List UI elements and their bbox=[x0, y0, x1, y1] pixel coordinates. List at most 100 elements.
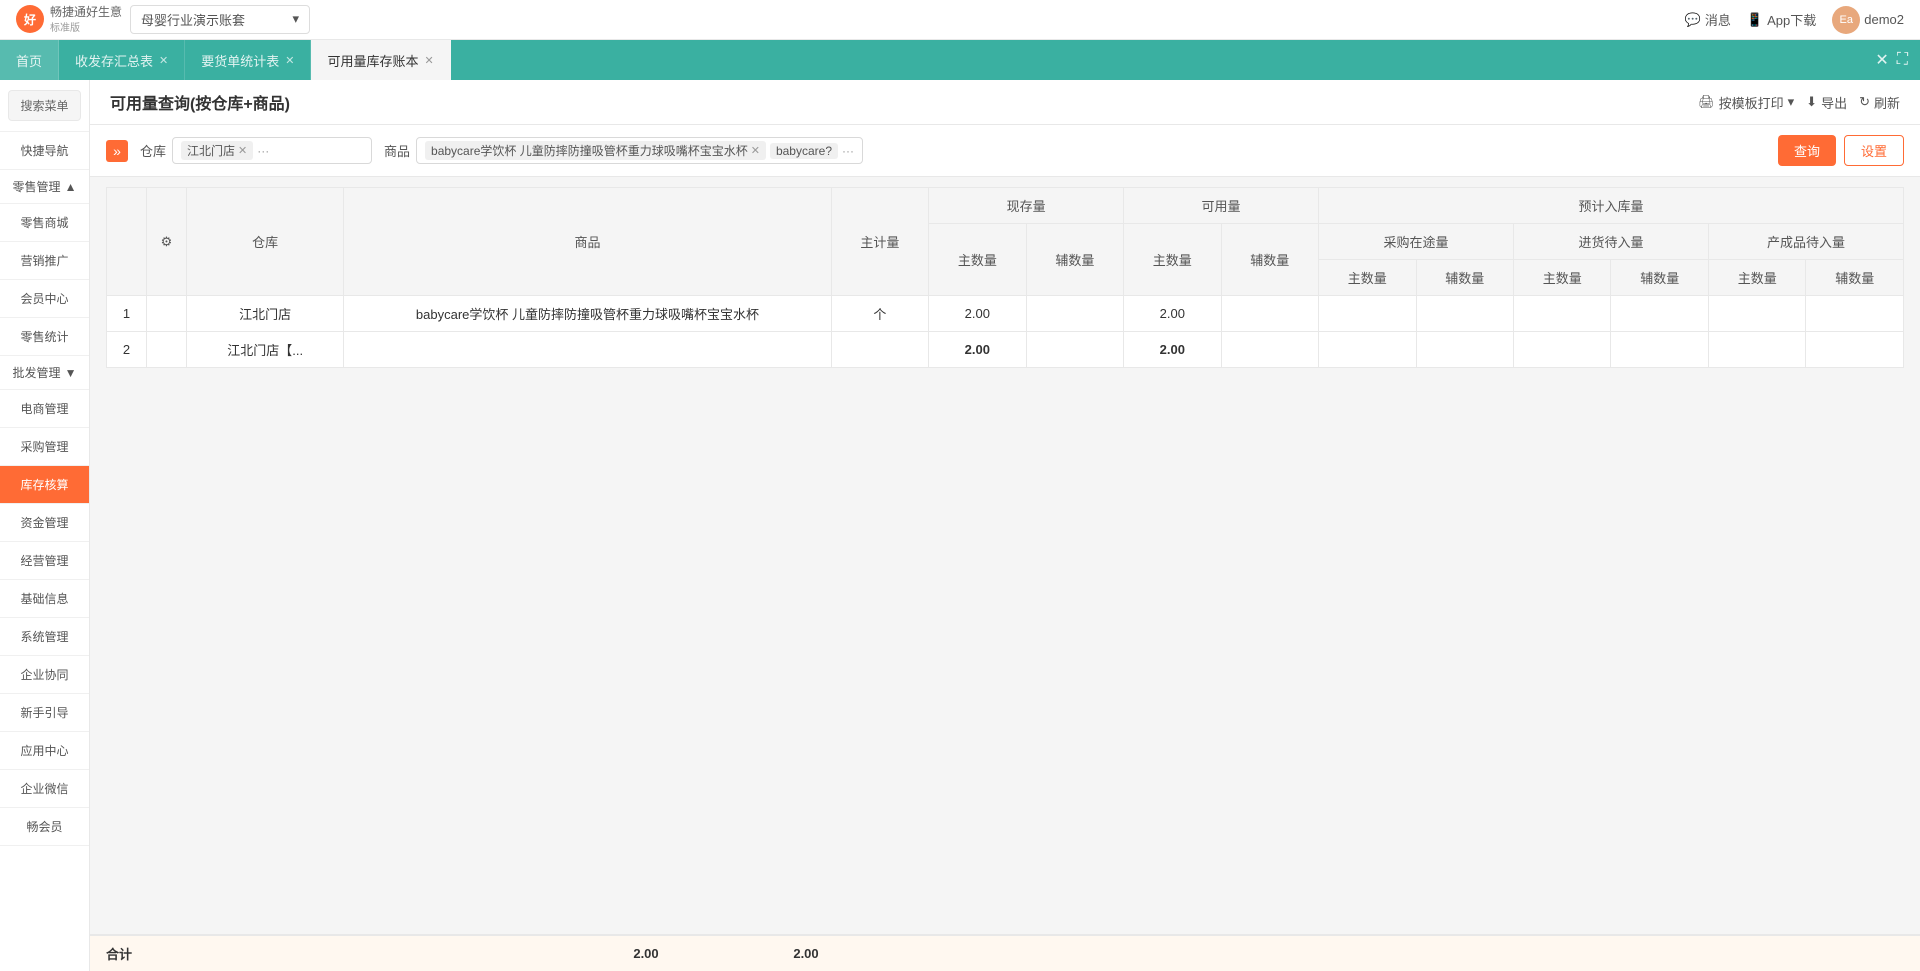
sidebar-item-app-center[interactable]: 应用中心 bbox=[0, 732, 89, 770]
set-btn[interactable]: 设置 bbox=[1844, 135, 1904, 166]
settings-icon[interactable]: ⚙ bbox=[161, 234, 173, 249]
print-icon: 🖨 bbox=[1698, 94, 1715, 110]
template-print-label: 按模板打印 bbox=[1719, 93, 1784, 112]
export-btn[interactable]: ⬇ 导出 bbox=[1806, 93, 1847, 112]
th-fp-main: 主数量 bbox=[1708, 260, 1805, 296]
tab-available-inventory-close[interactable]: ✕ bbox=[425, 54, 434, 67]
arrow-icon: ▲ bbox=[65, 180, 77, 194]
th-product: 商品 bbox=[344, 188, 831, 296]
arrow-icon-2: ▼ bbox=[65, 366, 77, 380]
sidebar-item-operations-mgmt[interactable]: 经营管理 bbox=[0, 542, 89, 580]
sidebar-item-ecommerce-mgmt[interactable]: 电商管理 bbox=[0, 390, 89, 428]
sidebar-item-quick-nav[interactable]: 快捷导航 bbox=[0, 132, 89, 170]
sidebar-item-retail-stats[interactable]: 零售统计 bbox=[0, 318, 89, 356]
sidebar-item-wholesale-mgmt[interactable]: 批发管理 ▼ bbox=[0, 356, 89, 390]
fullscreen-icon[interactable]: ⛶ bbox=[1897, 51, 1908, 69]
th-incoming-pending: 进货待入量 bbox=[1514, 224, 1709, 260]
th-warehouse: 仓库 bbox=[187, 188, 344, 296]
row-cur-main-1: 2.00 bbox=[929, 296, 1026, 332]
tab-receipt-summary[interactable]: 收发存汇总表 ✕ bbox=[59, 40, 185, 80]
sidebar-item-new-guide[interactable]: 新手引导 bbox=[0, 694, 89, 732]
product-input[interactable]: babycare学饮杯 儿童防摔防撞吸管杯重力球吸嘴杯宝宝水杯 ✕ babyca… bbox=[416, 137, 863, 164]
sidebar-item-retail-mgmt[interactable]: 零售管理 ▲ bbox=[0, 170, 89, 204]
app-icon: 📱 bbox=[1747, 12, 1763, 28]
content-area: 可用量查询(按仓库+商品) 🖨 按模板打印 ▾ ⬇ 导出 ↻ 刷新 » bbox=[90, 80, 1920, 971]
tab-available-inventory[interactable]: 可用量库存账本 ✕ bbox=[311, 40, 450, 80]
industry-label: 母婴行业演示账套 bbox=[141, 10, 245, 29]
warehouse-input[interactable]: 江北门店 ✕ ··· bbox=[172, 137, 372, 164]
sidebar-item-marketing[interactable]: 营销推广 bbox=[0, 242, 89, 280]
tab-order-stats-close[interactable]: ✕ bbox=[285, 54, 294, 67]
sidebar-item-purchase-mgmt[interactable]: 采购管理 bbox=[0, 428, 89, 466]
sidebar-item-enterprise-collab[interactable]: 企业协同 bbox=[0, 656, 89, 694]
query-btn[interactable]: 查询 bbox=[1778, 135, 1836, 166]
th-ip-main: 主数量 bbox=[1514, 260, 1611, 296]
row-cur-main-2: 2.00 bbox=[929, 332, 1026, 368]
product-tag-2-text: babycare? bbox=[776, 144, 832, 158]
export-label: 导出 bbox=[1821, 93, 1847, 112]
row-warehouse-2: 江北门店【... bbox=[187, 332, 344, 368]
refresh-icon: ↻ bbox=[1859, 94, 1870, 110]
row-fp-main-2 bbox=[1708, 332, 1805, 368]
sidebar-item-finance-mgmt[interactable]: 资金管理 bbox=[0, 504, 89, 542]
sidebar-item-basic-info[interactable]: 基础信息 bbox=[0, 580, 89, 618]
warehouse-tag-close[interactable]: ✕ bbox=[238, 144, 247, 157]
th-purchase-transit: 采购在途量 bbox=[1319, 224, 1514, 260]
product-tag-2: babycare? bbox=[770, 143, 838, 159]
message-btn[interactable]: 💬 消息 bbox=[1685, 10, 1731, 29]
top-bar-right: 💬 消息 📱 App下载 Ea demo2 bbox=[1685, 6, 1904, 34]
footer-current-main: 2.00 bbox=[606, 946, 686, 961]
logo-sub: 标准版 bbox=[50, 19, 122, 34]
product-tag-1-close[interactable]: ✕ bbox=[751, 144, 760, 157]
nav-tab-actions: ✕ ⛶ bbox=[1863, 40, 1920, 80]
tab-receipt-summary-label: 收发存汇总表 bbox=[75, 51, 153, 70]
product-tag-1-text: babycare学饮杯 儿童防摔防撞吸管杯重力球吸嘴杯宝宝水杯 bbox=[431, 142, 748, 159]
th-fp-aux: 辅数量 bbox=[1806, 260, 1904, 296]
user-menu[interactable]: Ea demo2 bbox=[1832, 6, 1904, 34]
sidebar-item-enterprise-wechat[interactable]: 企业微信 bbox=[0, 770, 89, 808]
th-num bbox=[107, 188, 147, 296]
nav-tabs: 首页 收发存汇总表 ✕ 要货单统计表 ✕ 可用量库存账本 ✕ ✕ ⛶ bbox=[0, 40, 1920, 80]
filter-section: » 仓库 江北门店 ✕ ··· 商品 babycare学饮杯 儿童防摔防撞吸管杯… bbox=[90, 125, 1920, 177]
tab-home[interactable]: 首页 bbox=[0, 40, 59, 80]
warehouse-label: 仓库 bbox=[140, 141, 166, 160]
sidebar-item-inventory-check[interactable]: 库存核算 bbox=[0, 466, 89, 504]
sidebar-item-vip-member[interactable]: 畅会员 bbox=[0, 808, 89, 846]
page-actions: 🖨 按模板打印 ▾ ⬇ 导出 ↻ 刷新 bbox=[1698, 93, 1900, 112]
tab-order-stats[interactable]: 要货单统计表 ✕ bbox=[185, 40, 311, 80]
footer-available-main: 2.00 bbox=[766, 946, 846, 961]
warehouse-tag-text: 江北门店 bbox=[187, 142, 235, 159]
template-print-btn[interactable]: 🖨 按模板打印 ▾ bbox=[1698, 93, 1794, 112]
app-download-btn[interactable]: 📱 App下载 bbox=[1747, 10, 1816, 29]
row-product-2 bbox=[344, 332, 831, 368]
table-footer: 合计 2.00 2.00 bbox=[90, 934, 1920, 971]
close-all-tabs-icon[interactable]: ✕ bbox=[1875, 50, 1888, 70]
sidebar-item-retail-mall[interactable]: 零售商城 bbox=[0, 204, 89, 242]
refresh-btn[interactable]: ↻ 刷新 bbox=[1859, 93, 1900, 112]
row-settings-1 bbox=[147, 296, 187, 332]
row-product-1: babycare学饮杯 儿童防摔防撞吸管杯重力球吸嘴杯宝宝水杯 bbox=[344, 296, 831, 332]
page-header: 可用量查询(按仓库+商品) 🖨 按模板打印 ▾ ⬇ 导出 ↻ 刷新 bbox=[90, 80, 1920, 125]
row-avail-main-2: 2.00 bbox=[1124, 332, 1221, 368]
chevron-down-icon: ▾ bbox=[292, 11, 299, 27]
logo-text: 畅捷通好生意 bbox=[50, 5, 122, 19]
warehouse-more[interactable]: ··· bbox=[257, 144, 269, 158]
product-more[interactable]: ··· bbox=[842, 144, 854, 158]
row-avail-aux-1 bbox=[1221, 296, 1318, 332]
main-layout: 搜索菜单 快捷导航 零售管理 ▲ 零售商城 营销推广 会员中心 零售统计 批发管… bbox=[0, 80, 1920, 971]
sidebar-item-member-center[interactable]: 会员中心 bbox=[0, 280, 89, 318]
search-menu-btn[interactable]: 搜索菜单 bbox=[8, 90, 81, 121]
user-name: demo2 bbox=[1864, 12, 1904, 27]
filter-expand-btn[interactable]: » bbox=[106, 140, 128, 162]
th-available: 可用量 bbox=[1124, 188, 1319, 224]
th-ip-aux: 辅数量 bbox=[1611, 260, 1708, 296]
industry-selector[interactable]: 母婴行业演示账套 ▾ bbox=[130, 5, 310, 34]
sidebar-item-system-mgmt[interactable]: 系统管理 bbox=[0, 618, 89, 656]
row-warehouse-1: 江北门店 bbox=[187, 296, 344, 332]
th-main-unit: 主计量 bbox=[831, 188, 928, 296]
product-tag-1: babycare学饮杯 儿童防摔防撞吸管杯重力球吸嘴杯宝宝水杯 ✕ bbox=[425, 141, 766, 160]
th-pt-aux: 辅数量 bbox=[1416, 260, 1513, 296]
th-avail-main: 主数量 bbox=[1124, 224, 1221, 296]
tab-receipt-summary-close[interactable]: ✕ bbox=[159, 54, 168, 67]
th-current-aux: 辅数量 bbox=[1026, 224, 1123, 296]
